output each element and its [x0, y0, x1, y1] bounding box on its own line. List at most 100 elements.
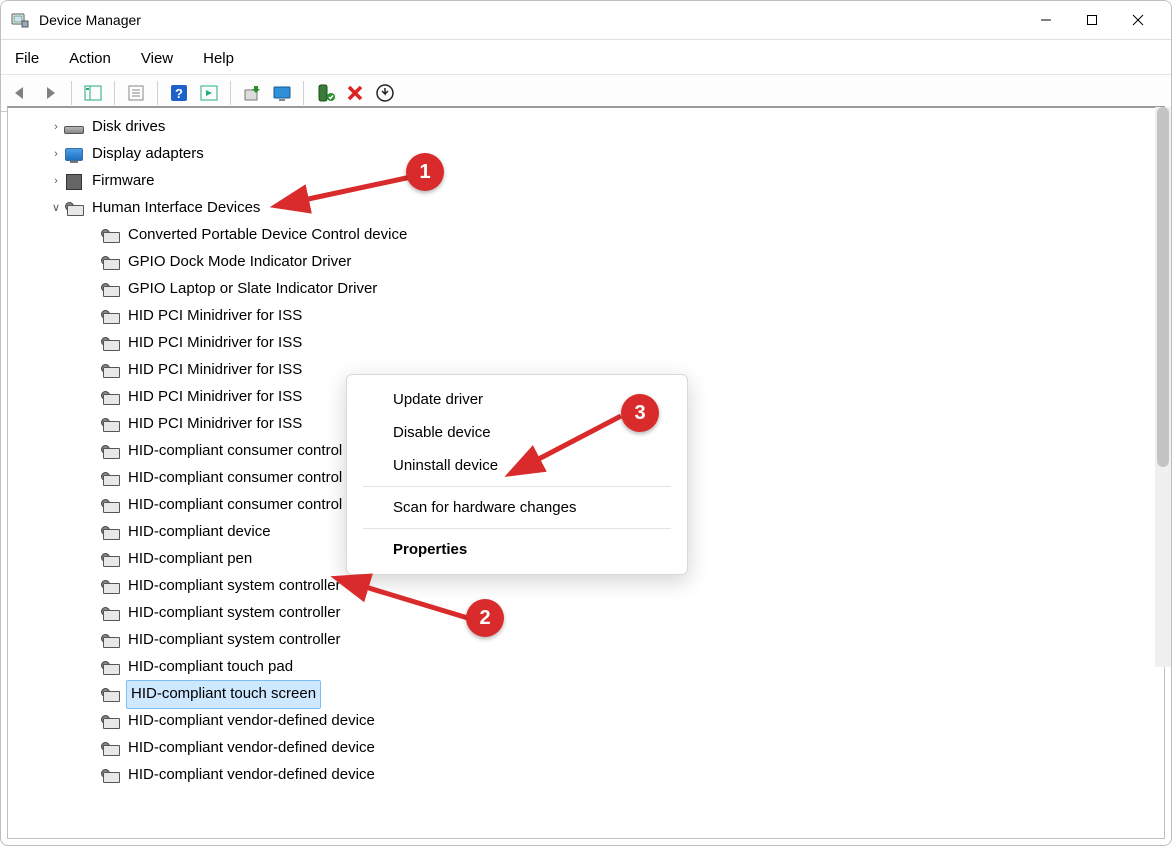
tree-item[interactable]: HID-compliant vendor-defined device [8, 762, 1164, 789]
tree-category-label: Disk drives [90, 114, 167, 140]
help-icon[interactable]: ? [166, 80, 192, 106]
tree-item-label: HID-compliant touch pad [126, 654, 295, 680]
hid-device-icon [100, 715, 120, 729]
tree-item-label: HID PCI Minidriver for ISS [126, 411, 304, 437]
hid-device-icon [100, 769, 120, 783]
tree-item-label: HID-compliant pen [126, 546, 254, 572]
tree-category-label: Human Interface Devices [90, 195, 262, 221]
tree-item-label: HID-compliant vendor-defined device [126, 762, 377, 788]
hid-icon [64, 202, 84, 216]
annotation-badge-1: 1 [406, 153, 444, 191]
tree-item[interactable]: HID PCI Minidriver for ISS [8, 330, 1164, 357]
disk-icon [64, 124, 84, 132]
menu-separator [363, 528, 671, 529]
properties-icon[interactable] [123, 80, 149, 106]
hid-device-icon [100, 337, 120, 351]
tree-item[interactable]: HID-compliant touch pad [8, 654, 1164, 681]
menubar: File Action View Help [1, 40, 1171, 74]
tree-item-label: Converted Portable Device Control device [126, 222, 409, 248]
tree-item-label: HID-compliant vendor-defined device [126, 708, 377, 734]
chevron-down-icon[interactable]: ∨ [48, 199, 64, 218]
update-driver-icon[interactable] [239, 80, 265, 106]
tree-item[interactable]: GPIO Dock Mode Indicator Driver [8, 249, 1164, 276]
tree-category[interactable]: › Firmware [8, 168, 1164, 195]
annotation-arrow-1 [291, 169, 421, 209]
annotation-arrow-3 [521, 411, 631, 471]
annotation-arrow-2 [351, 579, 481, 629]
tree-item[interactable]: HID-compliant touch screen [8, 681, 1164, 708]
hid-device-icon [100, 472, 120, 486]
tree-item-label: HID PCI Minidriver for ISS [126, 357, 304, 383]
tree-item-label: HID PCI Minidriver for ISS [126, 303, 304, 329]
action-icon[interactable] [196, 80, 222, 106]
menu-action[interactable]: Action [63, 48, 117, 69]
menu-file[interactable]: File [9, 48, 45, 69]
hid-device-icon [100, 418, 120, 432]
annotation-badge-3: 3 [621, 394, 659, 432]
tree-item-label: GPIO Dock Mode Indicator Driver [126, 249, 353, 275]
tree-category-label: Firmware [90, 168, 157, 194]
svg-text:?: ? [175, 86, 183, 101]
uninstall-device-icon[interactable] [372, 80, 398, 106]
chevron-right-icon[interactable]: › [48, 118, 64, 137]
tree-item-label: GPIO Laptop or Slate Indicator Driver [126, 276, 379, 302]
hid-device-icon [100, 310, 120, 324]
scrollbar-thumb[interactable] [1157, 107, 1169, 467]
context-menu-props[interactable]: Properties [347, 533, 687, 566]
close-button[interactable] [1115, 4, 1161, 36]
hid-device-icon [100, 553, 120, 567]
hid-device-icon [100, 742, 120, 756]
hid-device-icon [100, 634, 120, 648]
tree-item[interactable]: HID-compliant system controller [8, 573, 1164, 600]
vertical-scrollbar[interactable] [1155, 107, 1171, 667]
menu-separator [363, 486, 671, 487]
tree-item-label: HID-compliant system controller [126, 627, 343, 653]
tree-item[interactable]: HID PCI Minidriver for ISS [8, 303, 1164, 330]
tree-item[interactable]: HID-compliant system controller [8, 627, 1164, 654]
hid-device-icon [100, 256, 120, 270]
maximize-button[interactable] [1069, 4, 1115, 36]
hid-device-icon [100, 445, 120, 459]
hid-device-icon [100, 499, 120, 513]
titlebar: Device Manager [1, 1, 1171, 40]
tree-item[interactable]: HID-compliant vendor-defined device [8, 708, 1164, 735]
scan-hardware-icon[interactable] [269, 80, 295, 106]
context-menu-scan[interactable]: Scan for hardware changes [347, 491, 687, 524]
tree-item[interactable]: Converted Portable Device Control device [8, 222, 1164, 249]
disable-device-icon[interactable] [342, 80, 368, 106]
tree-item-label: HID-compliant system controller [126, 600, 343, 626]
chip-icon [64, 174, 84, 190]
device-manager-window: Device Manager File Action View Help ? ›… [0, 0, 1172, 846]
menu-help[interactable]: Help [197, 48, 240, 69]
tree-category[interactable]: › Disk drives [8, 114, 1164, 141]
tree-item-label: HID PCI Minidriver for ISS [126, 384, 304, 410]
tree-category-label: Display adapters [90, 141, 206, 167]
app-icon [11, 11, 29, 29]
window-title: Device Manager [39, 12, 1023, 28]
tree-item-label: HID-compliant system controller [126, 573, 343, 599]
hid-device-icon [100, 661, 120, 675]
hid-device-icon [100, 688, 120, 702]
tree-item[interactable]: GPIO Laptop or Slate Indicator Driver [8, 276, 1164, 303]
chevron-right-icon[interactable]: › [48, 145, 64, 164]
hid-device-icon [100, 580, 120, 594]
show-hide-console-tree-icon[interactable] [80, 80, 106, 106]
tree-item[interactable]: HID-compliant vendor-defined device [8, 735, 1164, 762]
enable-device-icon[interactable] [312, 80, 338, 106]
hid-device-icon [100, 526, 120, 540]
display-icon [64, 148, 84, 161]
hid-device-icon [100, 607, 120, 621]
chevron-right-icon[interactable]: › [48, 172, 64, 191]
tree-item-label: HID-compliant device [126, 519, 273, 545]
menu-view[interactable]: View [135, 48, 179, 69]
tree-category[interactable]: ∨ Human Interface Devices [8, 195, 1164, 222]
back-arrow-icon[interactable] [7, 80, 33, 106]
hid-device-icon [100, 364, 120, 378]
context-menu-uninstall[interactable]: Uninstall device [347, 449, 687, 482]
tree-item[interactable]: HID-compliant system controller [8, 600, 1164, 627]
hid-device-icon [100, 391, 120, 405]
hid-device-icon [100, 283, 120, 297]
minimize-button[interactable] [1023, 4, 1069, 36]
tree-category[interactable]: › Display adapters [8, 141, 1164, 168]
forward-arrow-icon[interactable] [37, 80, 63, 106]
